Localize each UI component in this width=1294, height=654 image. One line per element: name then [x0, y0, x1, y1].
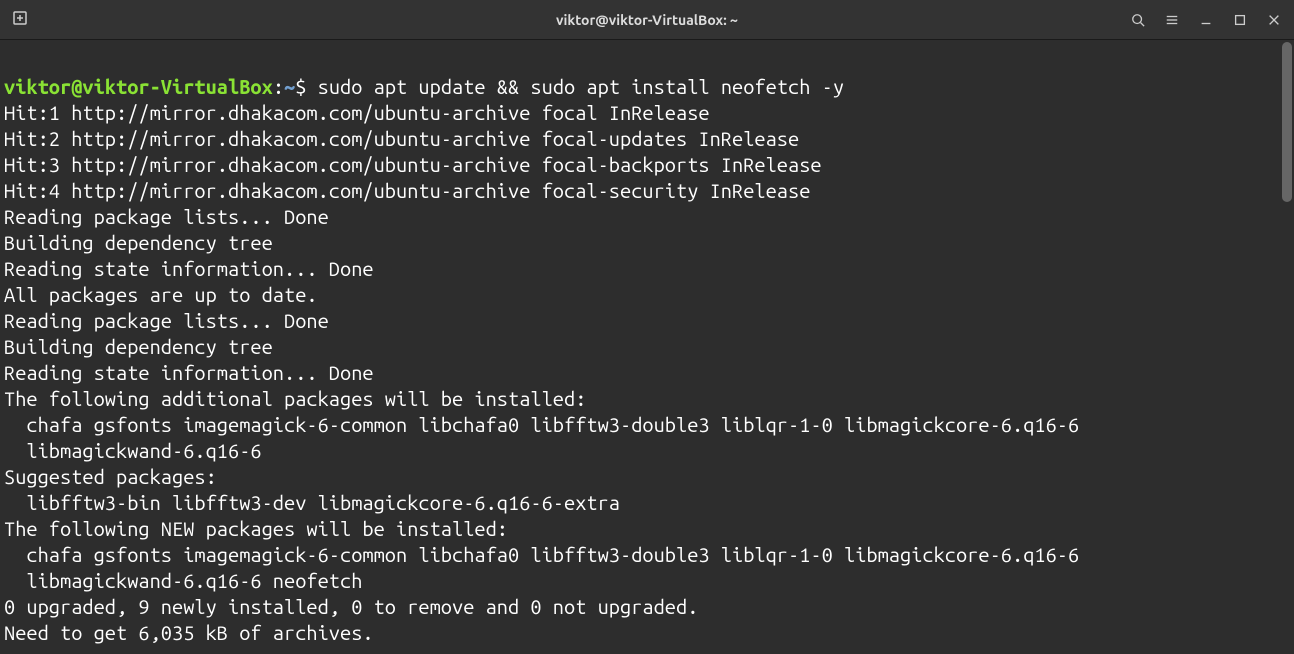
output-line: All packages are up to date. [4, 283, 318, 306]
output-line: Reading package lists... Done [4, 205, 329, 228]
new-tab-button[interactable] [12, 10, 28, 30]
minimize-button[interactable] [1198, 12, 1214, 28]
scrollbar-thumb[interactable] [1282, 42, 1292, 202]
terminal-viewport[interactable]: viktor@viktor-VirtualBox:~$ sudo apt upd… [0, 40, 1294, 654]
prompt-user: viktor [4, 75, 71, 98]
output-line: Reading state information... Done [4, 361, 374, 384]
prompt: viktor@viktor-VirtualBox:~$ [4, 75, 306, 98]
window-titlebar: viktor@viktor-VirtualBox: ~ [0, 0, 1294, 40]
output-line: Reading state information... Done [4, 257, 374, 280]
output-line: Hit:4 http://mirror.dhakacom.com/ubuntu-… [4, 179, 810, 202]
output-line: Need to get 6,035 kB of archives. [4, 621, 374, 644]
maximize-button[interactable] [1232, 12, 1248, 28]
prompt-path: ~ [284, 75, 295, 98]
output-line: Suggested packages: [4, 465, 217, 488]
output-line: The following additional packages will b… [4, 387, 586, 410]
prompt-dollar: $ [295, 75, 306, 98]
output-line: chafa gsfonts imagemagick-6-common libch… [4, 543, 1079, 566]
output-line: Hit:3 http://mirror.dhakacom.com/ubuntu-… [4, 153, 822, 176]
close-button[interactable] [1266, 12, 1282, 28]
output-line: Hit:1 http://mirror.dhakacom.com/ubuntu-… [4, 101, 710, 124]
prompt-at: @ [71, 75, 82, 98]
search-button[interactable] [1130, 12, 1146, 28]
output-line: chafa gsfonts imagemagick-6-common libch… [4, 413, 1079, 436]
menu-button[interactable] [1164, 12, 1180, 28]
prompt-colon: : [273, 75, 284, 98]
output-line: Reading package lists... Done [4, 309, 329, 332]
output-line: libmagickwand-6.q16-6 neofetch [4, 569, 362, 592]
output-line: Building dependency tree [4, 231, 273, 254]
output-line: libmagickwand-6.q16-6 [4, 439, 262, 462]
window-title: viktor@viktor-VirtualBox: ~ [556, 12, 738, 28]
prompt-host: viktor-VirtualBox [82, 75, 272, 98]
output-line: 0 upgraded, 9 newly installed, 0 to remo… [4, 595, 698, 618]
output-line: The following NEW packages will be insta… [4, 517, 508, 540]
command-text: sudo apt update && sudo apt install neof… [306, 75, 844, 98]
output-line: libfftw3-bin libfftw3-dev libmagickcore-… [4, 491, 620, 514]
output-line: Hit:2 http://mirror.dhakacom.com/ubuntu-… [4, 127, 799, 150]
output-line: Building dependency tree [4, 335, 273, 358]
